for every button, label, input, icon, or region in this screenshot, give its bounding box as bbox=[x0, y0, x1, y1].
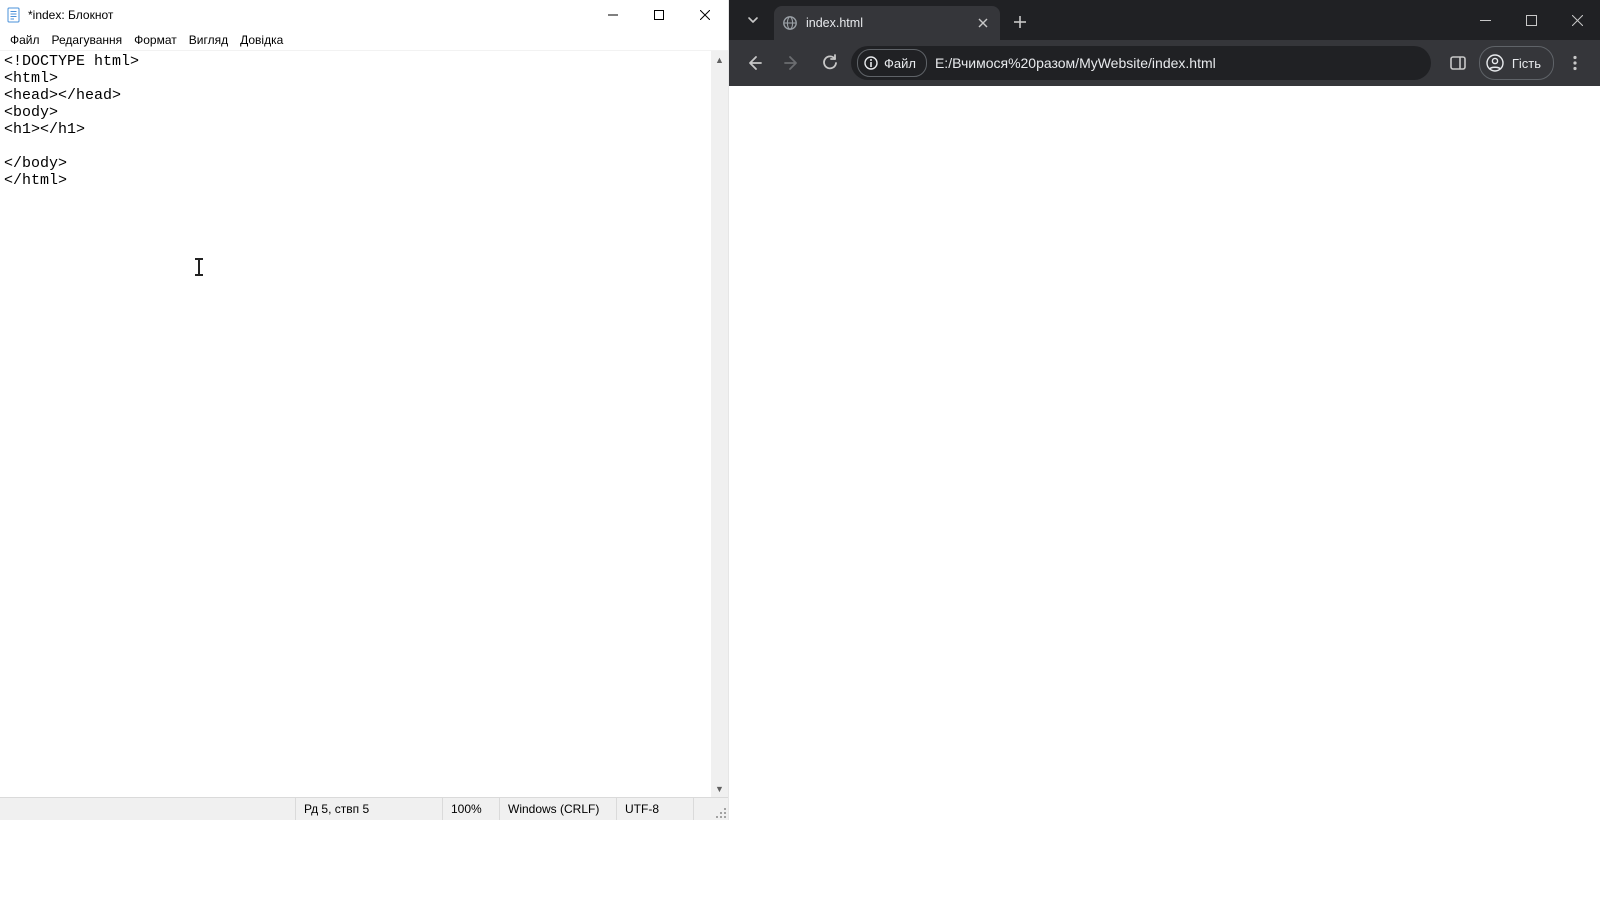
chrome-minimize-button[interactable] bbox=[1462, 0, 1508, 40]
guest-avatar-icon bbox=[1486, 54, 1504, 72]
tab-title: index.html bbox=[806, 16, 966, 30]
notepad-vertical-scrollbar[interactable]: ▲ ▼ bbox=[711, 51, 728, 797]
notepad-menubar: Файл Редагування Формат Вигляд Довідка bbox=[0, 30, 728, 51]
close-button[interactable] bbox=[682, 0, 728, 30]
profile-label: Гість bbox=[1512, 56, 1541, 71]
chrome-window: index.html bbox=[729, 0, 1600, 820]
notepad-app-icon bbox=[6, 7, 22, 23]
menu-edit[interactable]: Редагування bbox=[46, 31, 129, 49]
url-scheme-label: Файл bbox=[884, 56, 916, 71]
reload-button[interactable] bbox=[813, 46, 847, 80]
menu-file[interactable]: Файл bbox=[4, 31, 46, 49]
notepad-editor-area: <!DOCTYPE html> <html> <head></head> <bo… bbox=[0, 51, 728, 797]
url-text: E:/Вчимося%20разом/MyWebsite/index.html bbox=[935, 55, 1427, 71]
status-encoding: UTF-8 bbox=[616, 798, 693, 820]
url-scheme-chip[interactable]: Файл bbox=[857, 49, 927, 77]
scroll-down-button[interactable]: ▼ bbox=[711, 780, 728, 797]
scroll-track[interactable] bbox=[711, 68, 728, 780]
search-tabs-button[interactable] bbox=[735, 3, 771, 37]
tab-close-button[interactable] bbox=[974, 14, 992, 32]
notepad-title: *index: Блокнот bbox=[28, 8, 113, 22]
blank-area bbox=[0, 820, 1600, 900]
notepad-window: *index: Блокнот Файл Редагування Формат … bbox=[0, 0, 729, 820]
profile-button[interactable]: Гість bbox=[1479, 46, 1554, 80]
text-cursor-icon bbox=[198, 259, 200, 275]
status-line-ending: Windows (CRLF) bbox=[499, 798, 616, 820]
chrome-close-button[interactable] bbox=[1554, 0, 1600, 40]
notepad-statusbar: Рд 5, ствп 5 100% Windows (CRLF) UTF-8 bbox=[0, 797, 728, 820]
chrome-menu-button[interactable] bbox=[1558, 46, 1592, 80]
side-panel-button[interactable] bbox=[1441, 46, 1475, 80]
maximize-button[interactable] bbox=[636, 0, 682, 30]
chrome-maximize-button[interactable] bbox=[1508, 0, 1554, 40]
new-tab-button[interactable] bbox=[1006, 8, 1034, 36]
menu-format[interactable]: Формат bbox=[128, 31, 183, 49]
minimize-button[interactable] bbox=[590, 0, 636, 30]
chrome-page-viewport[interactable] bbox=[729, 86, 1600, 820]
chrome-toolbar: Файл E:/Вчимося%20разом/MyWebsite/index.… bbox=[729, 40, 1600, 86]
resize-grip-icon[interactable] bbox=[693, 798, 728, 820]
status-zoom: 100% bbox=[442, 798, 499, 820]
browser-tab[interactable]: index.html bbox=[774, 6, 1000, 40]
forward-button[interactable] bbox=[775, 46, 809, 80]
file-favicon-icon bbox=[782, 15, 798, 31]
menu-view[interactable]: Вигляд bbox=[183, 31, 234, 49]
scroll-up-button[interactable]: ▲ bbox=[711, 51, 728, 68]
omnibox[interactable]: Файл E:/Вчимося%20разом/MyWebsite/index.… bbox=[851, 46, 1431, 80]
status-caret-position: Рд 5, ствп 5 bbox=[295, 798, 442, 820]
chrome-tabstrip: index.html bbox=[729, 0, 1600, 40]
back-button[interactable] bbox=[737, 46, 771, 80]
menu-help[interactable]: Довідка bbox=[234, 31, 289, 49]
notepad-titlebar[interactable]: *index: Блокнот bbox=[0, 0, 728, 30]
notepad-editor[interactable]: <!DOCTYPE html> <html> <head></head> <bo… bbox=[0, 51, 711, 797]
info-icon bbox=[864, 56, 878, 70]
